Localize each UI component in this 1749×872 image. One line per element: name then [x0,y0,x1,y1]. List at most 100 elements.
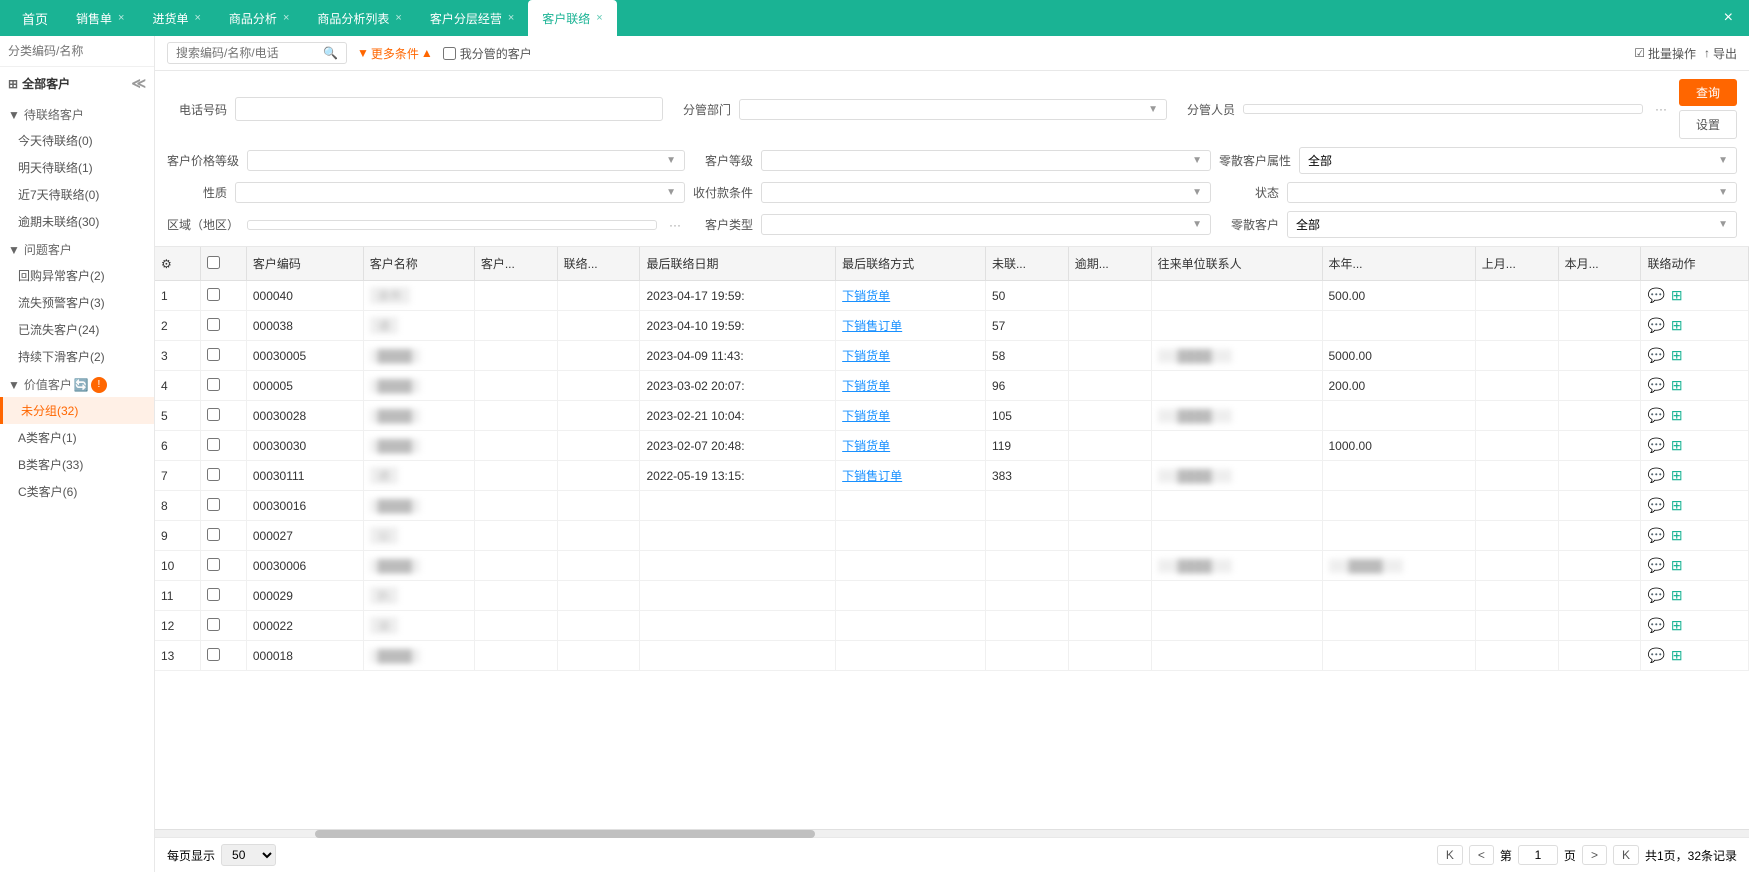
contact-message-icon[interactable]: 💬 [1647,407,1664,424]
col-code[interactable]: 客户编码 [246,247,363,281]
nav-goods-analysis[interactable]: 商品分析 × [215,0,303,36]
page-number-input[interactable] [1518,845,1558,865]
dept-select[interactable]: ▼ [739,99,1167,120]
customer-level-select[interactable]: ▼ [761,150,1211,171]
row-checkbox[interactable] [207,348,220,361]
row-checkbox[interactable] [207,618,220,631]
contact-message-icon[interactable]: 💬 [1647,437,1664,454]
nav-customer-tier[interactable]: 客户分层经营 × [416,0,528,36]
reset-button[interactable]: 设置 [1679,110,1737,139]
close-sales-icon[interactable]: × [118,12,124,24]
export-button[interactable]: ↑ 导出 [1704,45,1737,62]
region-select[interactable] [247,220,657,230]
col-last-month[interactable]: 上月... [1475,247,1558,281]
contact-grid-icon[interactable]: ⊞ [1671,467,1683,484]
contact-message-icon[interactable]: 💬 [1647,497,1664,514]
contact-message-icon[interactable]: 💬 [1647,467,1664,484]
sidebar-item-ungrouped[interactable]: 未分组(32) [0,397,154,424]
col-last-date[interactable]: 最后联络日期 [640,247,836,281]
my-customers-checkbox-label[interactable]: 我分管的客户 [443,45,532,62]
horizontal-scrollbar[interactable] [155,829,1749,837]
person-dots[interactable]: ··· [1651,102,1671,116]
nav-home[interactable]: 首页 [8,0,62,36]
select-all-checkbox[interactable] [207,256,220,269]
last-method-link[interactable]: 下销货单 [842,289,890,303]
batch-ops-button[interactable]: ☑ 批量操作 [1634,45,1696,62]
person-select[interactable] [1243,104,1643,114]
collapse-icon[interactable]: ≪ [131,75,146,92]
sidebar-item-tomorrow[interactable]: 明天待联络(1) [0,154,154,181]
query-button[interactable]: 查询 [1679,79,1737,106]
customer-type-select[interactable]: ▼ [761,214,1211,235]
page-size-select[interactable]: 50 20 100 [221,844,276,866]
contact-message-icon[interactable]: 💬 [1647,317,1664,334]
search-box-icon[interactable]: 🔍 [323,46,338,60]
close-purchase-icon[interactable]: × [194,12,200,24]
settings-icon[interactable]: ⚙ [161,257,172,271]
close-customer-contact-icon[interactable]: × [596,12,602,24]
close-goods-analysis-icon[interactable]: × [283,12,289,24]
contact-message-icon[interactable]: 💬 [1647,377,1664,394]
close-goods-list-icon[interactable]: × [395,12,401,24]
col-overdue[interactable]: 逾期... [1068,247,1151,281]
last-method-link[interactable]: 下销货单 [842,349,890,363]
contact-grid-icon[interactable]: ⊞ [1671,287,1683,304]
row-checkbox[interactable] [207,648,220,661]
contact-grid-icon[interactable]: ⊞ [1671,497,1683,514]
sidebar-item-churn-warning[interactable]: 流失预警客户(3) [0,289,154,316]
col-type[interactable]: 客户... [474,247,557,281]
sidebar-item-c-class[interactable]: C类客户(6) [0,478,154,505]
nav-sales[interactable]: 销售单 × [62,0,138,36]
contact-message-icon[interactable]: 💬 [1647,587,1664,604]
col-last-method[interactable]: 最后联络方式 [836,247,986,281]
contact-grid-icon[interactable]: ⊞ [1671,317,1683,334]
phone-input[interactable] [235,97,663,121]
nav-customer-contact[interactable]: 客户联络 × [528,0,616,36]
sidebar-search-input[interactable] [8,44,155,58]
sidebar-item-today[interactable]: 今天待联络(0) [0,127,154,154]
contact-grid-icon[interactable]: ⊞ [1671,527,1683,544]
sidebar-item-7days[interactable]: 近7天待联络(0) [0,181,154,208]
col-settings[interactable]: ⚙ [155,247,201,281]
row-checkbox[interactable] [207,558,220,571]
contact-message-icon[interactable]: 💬 [1647,527,1664,544]
first-page-button[interactable]: K [1437,845,1463,865]
sidebar-item-declining[interactable]: 持续下滑客户(2) [0,343,154,370]
contact-grid-icon[interactable]: ⊞ [1671,347,1683,364]
row-checkbox[interactable] [207,498,220,511]
sidebar-item-b-class[interactable]: B类客户(33) [0,451,154,478]
sidebar-item-churned[interactable]: 已流失客户(24) [0,316,154,343]
price-level-select[interactable]: ▼ [247,150,685,171]
col-unit-contact[interactable]: 往来单位联系人 [1151,247,1322,281]
col-this-year[interactable]: 本年... [1322,247,1475,281]
status-select[interactable]: ▼ [1287,182,1737,203]
scrollbar-thumb[interactable] [315,830,815,838]
sidebar-item-a-class[interactable]: A类客户(1) [0,424,154,451]
col-this-month[interactable]: 本月... [1558,247,1641,281]
my-customers-checkbox[interactable] [443,47,456,60]
row-checkbox[interactable] [207,528,220,541]
contact-grid-icon[interactable]: ⊞ [1671,557,1683,574]
last-method-link[interactable]: 下销售订单 [842,319,902,333]
contact-message-icon[interactable]: 💬 [1647,557,1664,574]
payment-select[interactable]: ▼ [761,182,1211,203]
last-method-link[interactable]: 下销货单 [842,379,890,393]
nature-select[interactable]: ▼ [235,182,685,203]
row-checkbox[interactable] [207,588,220,601]
close-customer-tier-icon[interactable]: × [508,12,514,24]
region-dots[interactable]: ··· [665,218,685,232]
all-customers-header[interactable]: ⊞ 全部客户 ≪ [0,67,154,100]
last-method-link[interactable]: 下销售订单 [842,469,902,483]
contact-grid-icon[interactable]: ⊞ [1671,407,1683,424]
nav-goods-list[interactable]: 商品分析列表 × [303,0,415,36]
row-checkbox[interactable] [207,408,220,421]
row-checkbox[interactable] [207,438,220,451]
row-checkbox[interactable] [207,378,220,391]
row-checkbox[interactable] [207,468,220,481]
contact-message-icon[interactable]: 💬 [1647,647,1664,664]
row-checkbox[interactable] [207,288,220,301]
window-close-button[interactable]: × [1716,9,1741,27]
col-name[interactable]: 客户名称 [363,247,474,281]
col-uncontacted[interactable]: 未联... [985,247,1068,281]
prev-page-button[interactable]: < [1469,845,1494,865]
